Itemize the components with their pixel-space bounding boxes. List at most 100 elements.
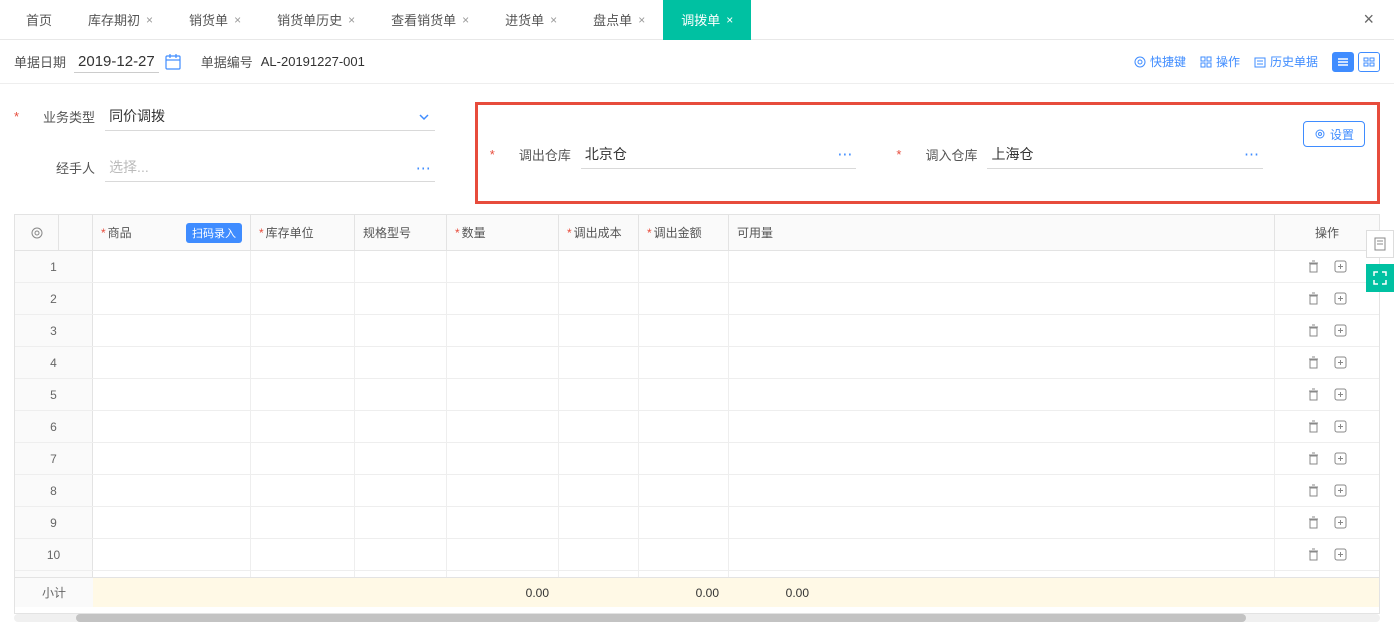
cell-product[interactable] bbox=[93, 571, 251, 577]
cell-qty[interactable] bbox=[447, 411, 559, 442]
table-row[interactable]: 9 bbox=[15, 507, 1379, 539]
out-warehouse-input[interactable]: 北京仓 bbox=[581, 140, 857, 169]
tab-purchase[interactable]: 进货单× bbox=[487, 0, 575, 40]
close-icon[interactable]: × bbox=[234, 13, 241, 27]
delete-icon[interactable] bbox=[1307, 516, 1320, 529]
add-icon[interactable] bbox=[1334, 420, 1347, 433]
cell-qty[interactable] bbox=[447, 507, 559, 538]
cell-qty[interactable] bbox=[447, 443, 559, 474]
close-icon[interactable]: × bbox=[726, 13, 733, 27]
cell-cost[interactable] bbox=[559, 251, 639, 282]
table-row[interactable]: 4 bbox=[15, 347, 1379, 379]
table-row[interactable]: 11 bbox=[15, 571, 1379, 577]
close-icon[interactable]: × bbox=[638, 13, 645, 27]
cell-cost[interactable] bbox=[559, 443, 639, 474]
cell-product[interactable] bbox=[93, 379, 251, 410]
cell-amount[interactable] bbox=[639, 539, 729, 570]
cell-avail[interactable] bbox=[729, 475, 1275, 506]
cell-cost[interactable] bbox=[559, 347, 639, 378]
cell-product[interactable] bbox=[93, 411, 251, 442]
tab-sales-order[interactable]: 销货单× bbox=[171, 0, 259, 40]
cell-amount[interactable] bbox=[639, 475, 729, 506]
delete-icon[interactable] bbox=[1307, 420, 1320, 433]
close-icon[interactable]: × bbox=[146, 13, 153, 27]
cell-avail[interactable] bbox=[729, 379, 1275, 410]
cell-avail[interactable] bbox=[729, 283, 1275, 314]
scan-badge[interactable]: 扫码录入 bbox=[186, 223, 242, 243]
horizontal-scrollbar[interactable] bbox=[14, 614, 1380, 622]
cell-qty[interactable] bbox=[447, 539, 559, 570]
cell-avail[interactable] bbox=[729, 251, 1275, 282]
cell-unit[interactable] bbox=[251, 475, 355, 506]
tab-sales-history[interactable]: 销货单历史× bbox=[259, 0, 373, 40]
cell-unit[interactable] bbox=[251, 251, 355, 282]
tab-inventory-init[interactable]: 库存期初× bbox=[70, 0, 171, 40]
cell-unit[interactable] bbox=[251, 315, 355, 346]
table-row[interactable]: 10 bbox=[15, 539, 1379, 571]
table-row[interactable]: 7 bbox=[15, 443, 1379, 475]
cell-product[interactable] bbox=[93, 347, 251, 378]
side-note-button[interactable] bbox=[1366, 230, 1394, 258]
add-icon[interactable] bbox=[1334, 292, 1347, 305]
add-icon[interactable] bbox=[1334, 484, 1347, 497]
cell-cost[interactable] bbox=[559, 283, 639, 314]
cell-qty[interactable] bbox=[447, 251, 559, 282]
view-grid-toggle[interactable] bbox=[1358, 52, 1380, 72]
more-icon[interactable]: ⋯ bbox=[416, 159, 431, 177]
cell-cost[interactable] bbox=[559, 539, 639, 570]
cell-amount[interactable] bbox=[639, 251, 729, 282]
cell-amount[interactable] bbox=[639, 507, 729, 538]
tab-stocktake[interactable]: 盘点单× bbox=[575, 0, 663, 40]
cell-spec[interactable] bbox=[355, 283, 447, 314]
in-warehouse-field[interactable]: * 调入仓库 上海仓 ⋯ bbox=[896, 121, 1263, 187]
add-icon[interactable] bbox=[1334, 324, 1347, 337]
out-warehouse-field[interactable]: * 调出仓库 北京仓 ⋯ bbox=[490, 121, 857, 187]
cell-avail[interactable] bbox=[729, 411, 1275, 442]
cell-spec[interactable] bbox=[355, 443, 447, 474]
add-icon[interactable] bbox=[1334, 548, 1347, 561]
delete-icon[interactable] bbox=[1307, 324, 1320, 337]
cell-cost[interactable] bbox=[559, 475, 639, 506]
close-all-icon[interactable]: × bbox=[1351, 9, 1386, 30]
delete-icon[interactable] bbox=[1307, 484, 1320, 497]
cell-qty[interactable] bbox=[447, 347, 559, 378]
add-icon[interactable] bbox=[1334, 452, 1347, 465]
cell-product[interactable] bbox=[93, 475, 251, 506]
cell-unit[interactable] bbox=[251, 507, 355, 538]
biztype-input[interactable]: 同价调拨 bbox=[105, 102, 435, 131]
table-row[interactable]: 8 bbox=[15, 475, 1379, 507]
scrollbar-thumb[interactable] bbox=[76, 614, 1246, 622]
cell-avail[interactable] bbox=[729, 315, 1275, 346]
cell-cost[interactable] bbox=[559, 507, 639, 538]
delete-icon[interactable] bbox=[1307, 260, 1320, 273]
cell-unit[interactable] bbox=[251, 379, 355, 410]
date-input[interactable]: 2019-12-27 bbox=[74, 51, 159, 73]
delete-icon[interactable] bbox=[1307, 292, 1320, 305]
cell-unit[interactable] bbox=[251, 411, 355, 442]
cell-amount[interactable] bbox=[639, 571, 729, 577]
tab-view-sales[interactable]: 查看销货单× bbox=[373, 0, 487, 40]
cell-unit[interactable] bbox=[251, 347, 355, 378]
cell-cost[interactable] bbox=[559, 379, 639, 410]
delete-icon[interactable] bbox=[1307, 452, 1320, 465]
cell-cost[interactable] bbox=[559, 315, 639, 346]
tab-home[interactable]: 首页 bbox=[8, 0, 70, 40]
handler-input[interactable]: 选择... bbox=[105, 153, 435, 182]
delete-icon[interactable] bbox=[1307, 388, 1320, 401]
table-row[interactable]: 1 bbox=[15, 251, 1379, 283]
cell-spec[interactable] bbox=[355, 475, 447, 506]
cell-spec[interactable] bbox=[355, 251, 447, 282]
close-icon[interactable]: × bbox=[348, 13, 355, 27]
cell-cost[interactable] bbox=[559, 411, 639, 442]
cell-avail[interactable] bbox=[729, 571, 1275, 577]
table-row[interactable]: 2 bbox=[15, 283, 1379, 315]
add-icon[interactable] bbox=[1334, 260, 1347, 273]
action-link[interactable]: 操作 bbox=[1200, 53, 1240, 70]
cell-amount[interactable] bbox=[639, 379, 729, 410]
cell-spec[interactable] bbox=[355, 347, 447, 378]
cell-amount[interactable] bbox=[639, 347, 729, 378]
cell-product[interactable] bbox=[93, 507, 251, 538]
cell-unit[interactable] bbox=[251, 539, 355, 570]
cell-avail[interactable] bbox=[729, 347, 1275, 378]
cell-spec[interactable] bbox=[355, 411, 447, 442]
